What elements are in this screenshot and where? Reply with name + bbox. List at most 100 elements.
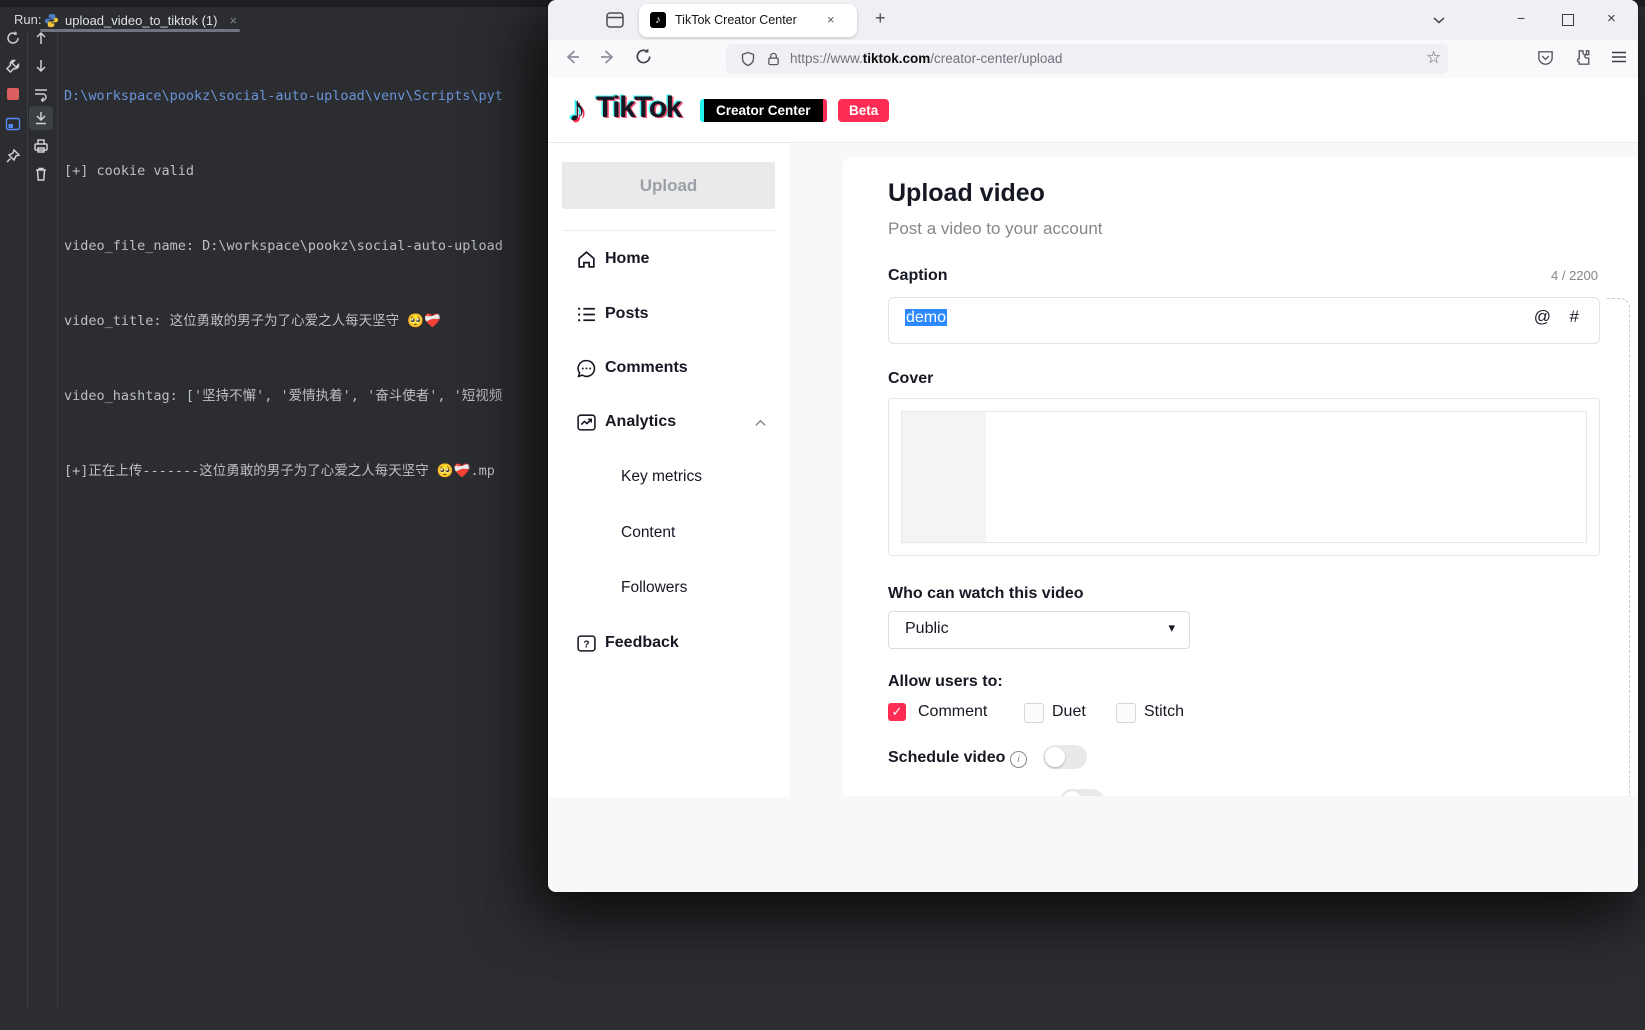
window-maximize-button[interactable] xyxy=(1562,14,1574,26)
pocket-icon[interactable] xyxy=(1536,48,1556,68)
python-icon xyxy=(44,13,59,28)
beta-badge: Beta xyxy=(838,99,889,122)
window-minimize-button[interactable]: − xyxy=(1517,10,1525,26)
print-icon[interactable] xyxy=(33,138,49,154)
svg-text:?: ? xyxy=(583,639,589,651)
forward-icon[interactable] xyxy=(598,47,622,71)
browser-window: ♪ TikTok Creator Center × + − × xyxy=(548,0,1638,892)
checkbox-stitch[interactable] xyxy=(1116,703,1136,723)
checkbox-label-comment[interactable]: Comment xyxy=(918,703,987,721)
sidebar-item-feedback[interactable]: ? Feedback xyxy=(548,630,789,658)
info-icon[interactable]: i xyxy=(1010,751,1027,768)
cover-label: Cover xyxy=(888,370,933,388)
selected-text: demo xyxy=(905,309,947,326)
sidebar-subitem-label: Followers xyxy=(621,579,687,597)
toolbar-divider xyxy=(57,32,58,1007)
tracking-shield-icon[interactable] xyxy=(740,51,756,67)
extensions-puzzle-icon[interactable] xyxy=(1574,48,1594,68)
sidebar-item-posts[interactable]: Posts xyxy=(548,301,789,329)
soft-wrap-icon[interactable] xyxy=(33,86,49,102)
allow-users-label: Allow users to: xyxy=(888,673,1003,691)
creator-center-badge: Creator Center xyxy=(700,99,827,122)
reload-icon[interactable] xyxy=(634,47,658,71)
tab-close-icon[interactable]: × xyxy=(827,12,835,27)
chevron-up-icon[interactable] xyxy=(754,417,767,430)
feedback-question-icon: ? xyxy=(576,633,597,654)
sidebar-item-label: Posts xyxy=(605,305,649,323)
back-icon[interactable] xyxy=(562,47,586,71)
arrow-down-icon[interactable] xyxy=(33,58,49,74)
sidebar-item-analytics[interactable]: Analytics xyxy=(548,409,789,437)
cover-frame-placeholder xyxy=(902,412,986,542)
toggle-knob xyxy=(1062,791,1082,796)
sidebar-subitem-label: Content xyxy=(621,524,675,542)
dropzone-dashed-border xyxy=(1607,298,1630,796)
comments-bubble-icon xyxy=(576,358,597,379)
sidebar-divider xyxy=(562,230,775,231)
sidebar-item-label: Home xyxy=(605,250,649,268)
stop-icon[interactable] xyxy=(7,88,19,100)
caption-value: demo xyxy=(905,309,947,327)
url-path: /creator-center/upload xyxy=(930,51,1062,66)
sidebar-item-followers[interactable]: Followers xyxy=(548,575,789,603)
rerun-icon[interactable] xyxy=(5,30,21,46)
hashtag-icon[interactable]: # xyxy=(1570,307,1579,327)
url-domain: tiktok.com xyxy=(863,51,931,66)
privacy-select[interactable]: Public ▾ xyxy=(888,611,1190,649)
tiktok-wordmark[interactable]: TikTok xyxy=(596,91,681,125)
tab-title: TikTok Creator Center xyxy=(675,13,797,27)
trash-icon[interactable] xyxy=(33,166,49,182)
caption-label: Caption xyxy=(888,267,948,285)
checkbox-label-stitch[interactable]: Stitch xyxy=(1144,703,1184,721)
toggle-knob xyxy=(1045,747,1065,767)
home-icon xyxy=(576,249,597,270)
url-text[interactable]: https://www.tiktok.com/creator-center/up… xyxy=(790,51,1062,66)
scroll-to-end-icon[interactable] xyxy=(33,110,49,126)
checkbox-comment-checked[interactable]: ✓ xyxy=(888,703,906,721)
url-bar[interactable]: https://www.tiktok.com/creator-center/up… xyxy=(726,44,1448,74)
who-can-watch-label: Who can watch this video xyxy=(888,585,1084,603)
sidebar-item-key-metrics[interactable]: Key metrics xyxy=(548,464,789,492)
tiktok-note-logo-icon: ♪ xyxy=(568,88,586,130)
sidebar-item-home[interactable]: Home xyxy=(548,246,789,274)
analytics-chart-icon xyxy=(576,412,597,433)
url-scheme: https://www. xyxy=(790,51,863,66)
sidebar-item-label: Comments xyxy=(605,359,688,377)
tiktok-favicon-icon: ♪ xyxy=(650,12,666,28)
toolbar-divider xyxy=(27,32,28,1007)
cover-selector[interactable] xyxy=(888,398,1600,556)
run-panel-label: Run: xyxy=(14,12,41,27)
new-tab-button[interactable]: + xyxy=(875,8,886,29)
checkbox-duet[interactable] xyxy=(1024,703,1044,723)
posts-list-icon xyxy=(576,304,597,325)
page-title: Upload video xyxy=(888,179,1045,208)
window-close-button[interactable]: × xyxy=(1607,10,1616,27)
cover-frame-strip[interactable] xyxy=(901,411,1587,543)
mention-at-icon[interactable]: @ xyxy=(1534,307,1551,327)
caption-input[interactable]: demo @ # xyxy=(888,297,1600,344)
sidebar-item-content[interactable]: Content xyxy=(548,520,789,548)
sidebar-item-label: Feedback xyxy=(605,634,679,652)
clipped-toggle[interactable] xyxy=(1060,789,1104,796)
wrench-settings-icon[interactable] xyxy=(5,58,21,74)
arrow-up-icon[interactable] xyxy=(33,30,49,46)
browser-tab-tiktok-creator-center[interactable]: ♪ TikTok Creator Center × xyxy=(639,4,857,37)
schedule-toggle-off[interactable] xyxy=(1043,745,1087,769)
privacy-select-value: Public xyxy=(905,620,949,638)
tiktok-header: ♪ TikTok Creator Center Beta xyxy=(548,78,1638,143)
tiktok-sidebar: Upload Home Posts xyxy=(548,142,789,797)
firefox-view-icon[interactable] xyxy=(604,9,626,31)
pin-icon[interactable] xyxy=(5,148,21,164)
sidebar-upload-button[interactable]: Upload xyxy=(562,162,775,209)
select-caret-icon: ▾ xyxy=(1168,620,1175,636)
checkbox-label-duet[interactable]: Duet xyxy=(1052,703,1086,721)
sidebar-item-comments[interactable]: Comments xyxy=(548,355,789,383)
lock-icon[interactable] xyxy=(766,51,782,67)
menu-hamburger-icon[interactable] xyxy=(1610,48,1630,68)
restore-layout-icon[interactable] xyxy=(5,116,21,132)
sidebar-subitem-label: Key metrics xyxy=(621,468,702,486)
list-all-tabs-chevron-icon[interactable] xyxy=(1432,13,1446,27)
caption-char-counter: 4 / 2200 xyxy=(1551,268,1598,283)
bookmark-star-icon[interactable]: ☆ xyxy=(1426,49,1441,66)
run-tab-close-icon[interactable]: × xyxy=(230,13,238,28)
